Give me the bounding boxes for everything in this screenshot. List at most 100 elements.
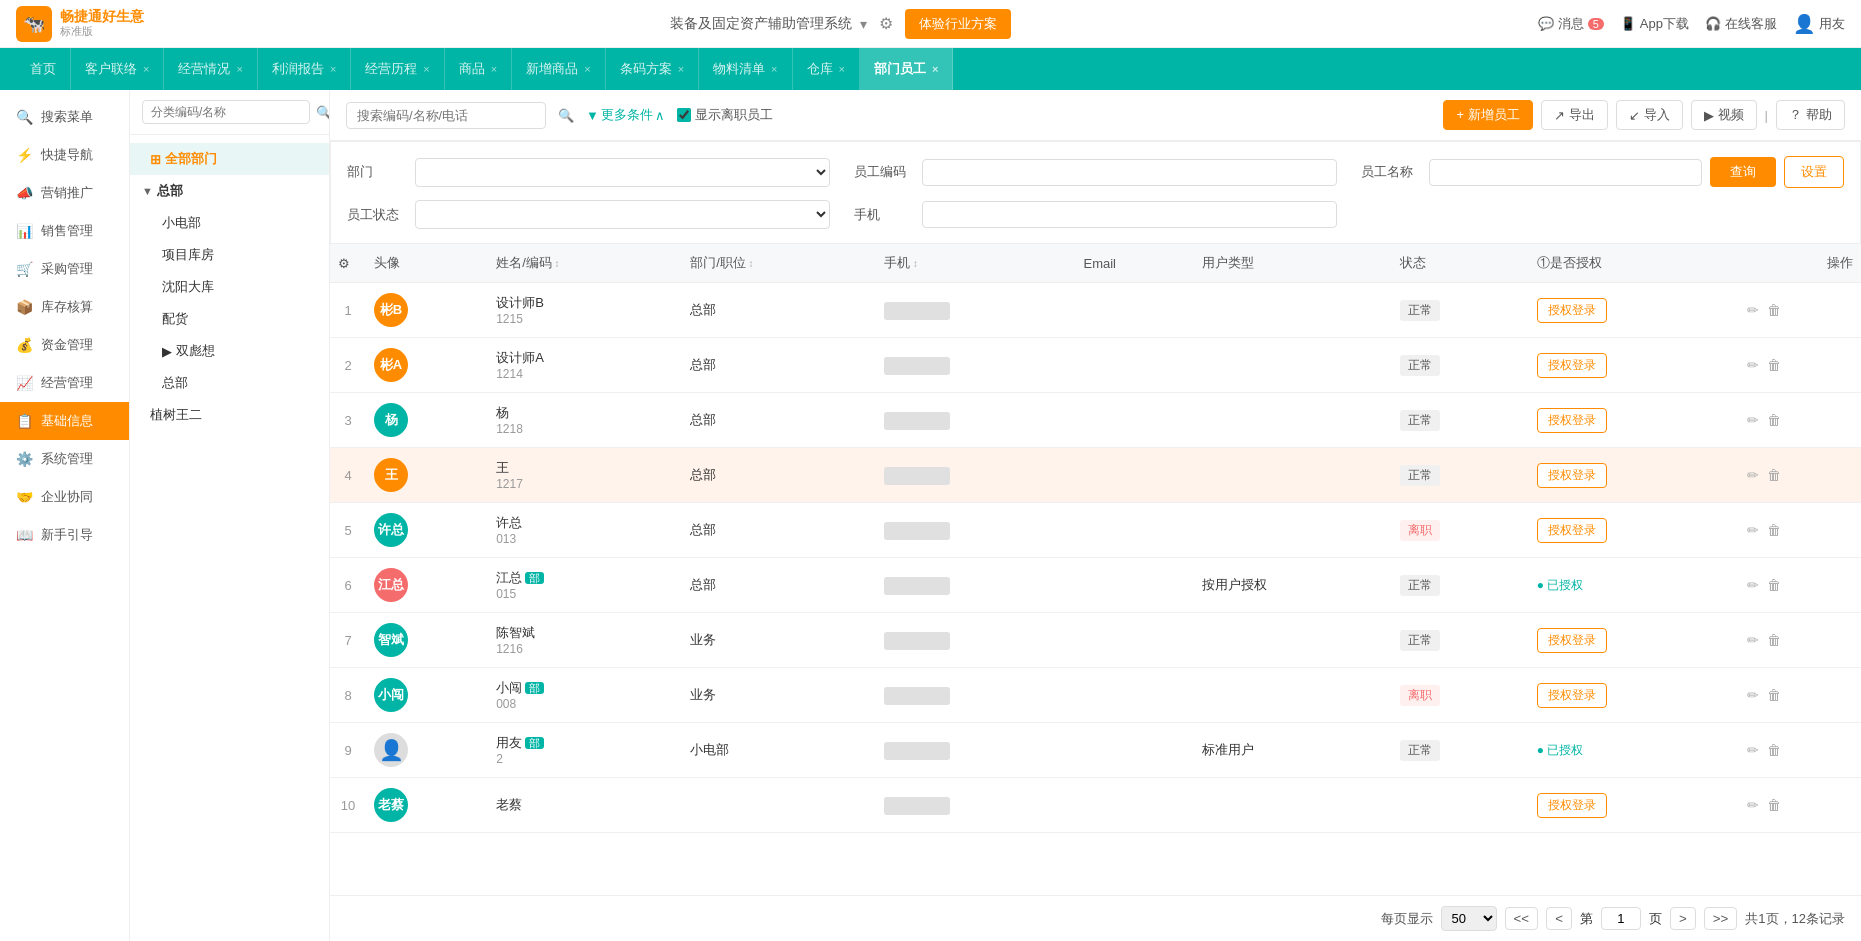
close-tab-customer[interactable]: × <box>143 63 149 75</box>
phone-input[interactable] <box>922 201 1337 228</box>
delete-icon[interactable]: 🗑 <box>1767 577 1781 593</box>
sidebar-item-system[interactable]: ⚙️ 系统管理 <box>0 440 129 478</box>
message-button[interactable]: 💬 消息 5 <box>1538 15 1604 33</box>
edit-icon[interactable]: ✏ <box>1747 467 1759 483</box>
close-tab-warehouse[interactable]: × <box>839 63 845 75</box>
dept-search-icon[interactable]: 🔍 <box>316 105 330 120</box>
dept-item-project[interactable]: 项目库房 <box>142 239 329 271</box>
search-emp-input[interactable] <box>346 102 546 129</box>
dept-search-input[interactable] <box>142 100 310 124</box>
close-tab-goods[interactable]: × <box>491 63 497 75</box>
auth-login-button[interactable]: 授权登录 <box>1537 628 1607 653</box>
export-button[interactable]: ↗ 导出 <box>1541 100 1608 130</box>
close-tab-business[interactable]: × <box>236 63 242 75</box>
sidebar-item-inventory[interactable]: 📦 库存核算 <box>0 288 129 326</box>
delete-icon[interactable]: 🗑 <box>1767 687 1781 703</box>
tab-warehouse[interactable]: 仓库 × <box>793 48 860 90</box>
tab-add-goods[interactable]: 新增商品 × <box>512 48 605 90</box>
edit-icon[interactable]: ✏ <box>1747 632 1759 648</box>
edit-icon[interactable]: ✏ <box>1747 687 1759 703</box>
dept-item-shenyang[interactable]: 沈阳大库 <box>142 271 329 303</box>
prev-page-button[interactable]: < <box>1546 907 1572 930</box>
sidebar-item-guide[interactable]: 📖 新手引导 <box>0 516 129 554</box>
edit-icon[interactable]: ✏ <box>1747 522 1759 538</box>
more-filter-button[interactable]: ▼ 更多条件 ∧ <box>586 106 665 124</box>
edit-icon[interactable]: ✏ <box>1747 357 1759 373</box>
show-resigned-checkbox[interactable] <box>677 108 691 122</box>
sidebar-item-sales[interactable]: 📊 销售管理 <box>0 212 129 250</box>
page-size-select[interactable]: 50 20 100 <box>1441 906 1497 931</box>
col-phone[interactable]: 手机 <box>876 244 1075 283</box>
sidebar-item-marketing[interactable]: 📣 营销推广 <box>0 174 129 212</box>
tab-bom[interactable]: 物料清单 × <box>699 48 792 90</box>
close-tab-employees[interactable]: × <box>932 63 938 75</box>
close-tab-profit[interactable]: × <box>330 63 336 75</box>
delete-icon[interactable]: 🗑 <box>1767 797 1781 813</box>
sidebar-item-finance[interactable]: 💰 资金管理 <box>0 326 129 364</box>
close-tab-add-goods[interactable]: × <box>584 63 590 75</box>
sidebar-item-collab[interactable]: 🤝 企业协同 <box>0 478 129 516</box>
edit-icon[interactable]: ✏ <box>1747 577 1759 593</box>
next-page-button[interactable]: > <box>1670 907 1696 930</box>
dropdown-arrow-icon[interactable]: ▾ <box>860 16 867 32</box>
delete-icon[interactable]: 🗑 <box>1767 522 1781 538</box>
tab-profit[interactable]: 利润报告 × <box>258 48 351 90</box>
dept-group-zongbu[interactable]: ▼ 总部 <box>130 175 329 207</box>
tab-business[interactable]: 经营情况 × <box>164 48 257 90</box>
dept-item-xiaodian[interactable]: 小电部 <box>142 207 329 239</box>
user-button[interactable]: 👤 用友 <box>1793 13 1845 35</box>
settings-gear-icon[interactable]: ⚙ <box>879 14 893 33</box>
edit-icon[interactable]: ✏ <box>1747 412 1759 428</box>
col-name[interactable]: 姓名/编码 <box>488 244 682 283</box>
emp-status-select[interactable] <box>415 200 830 229</box>
delete-icon[interactable]: 🗑 <box>1767 357 1781 373</box>
edit-icon[interactable]: ✏ <box>1747 302 1759 318</box>
auth-login-button[interactable]: 授权登录 <box>1537 518 1607 543</box>
last-page-button[interactable]: >> <box>1704 907 1738 930</box>
auth-login-button[interactable]: 授权登录 <box>1537 463 1607 488</box>
query-button[interactable]: 查询 <box>1710 157 1776 187</box>
dept-filter-select[interactable] <box>415 158 830 187</box>
emp-name-input[interactable] <box>1429 159 1702 186</box>
tab-home[interactable]: 首页 <box>16 48 71 90</box>
dept-all[interactable]: ⊞ 全部部门 <box>130 143 329 175</box>
sidebar-item-search[interactable]: 🔍 搜索菜单 <box>0 98 129 136</box>
import-button[interactable]: ↙ 导入 <box>1616 100 1683 130</box>
trial-button[interactable]: 体验行业方案 <box>905 9 1011 39</box>
col-dept[interactable]: 部门/职位 <box>682 244 876 283</box>
first-page-button[interactable]: << <box>1505 907 1539 930</box>
delete-icon[interactable]: 🗑 <box>1767 302 1781 318</box>
tab-employees[interactable]: 部门员工 × <box>860 48 953 90</box>
dept-item-expand[interactable]: ▶ 双彪想 <box>142 335 329 367</box>
auth-login-button[interactable]: 授权登录 <box>1537 298 1607 323</box>
sidebar-item-mgmt[interactable]: 📈 经营管理 <box>0 364 129 402</box>
reset-button[interactable]: 设置 <box>1784 156 1844 188</box>
sidebar-item-basic[interactable]: 📋 基础信息 <box>0 402 129 440</box>
tab-customer[interactable]: 客户联络 × <box>71 48 164 90</box>
close-tab-journey[interactable]: × <box>423 63 429 75</box>
edit-icon[interactable]: ✏ <box>1747 742 1759 758</box>
sidebar-item-quicknav[interactable]: ⚡ 快捷导航 <box>0 136 129 174</box>
search-emp-button[interactable]: 🔍 <box>558 108 574 123</box>
tab-barcode[interactable]: 条码方案 × <box>606 48 699 90</box>
dept-item-zhishu[interactable]: 植树王二 <box>130 399 329 431</box>
dept-item-zongbu-sub[interactable]: 总部 <box>142 367 329 399</box>
app-download-button[interactable]: 📱 App下载 <box>1620 15 1689 33</box>
sidebar-item-purchase[interactable]: 🛒 采购管理 <box>0 250 129 288</box>
page-number-input[interactable] <box>1601 907 1641 930</box>
emp-code-input[interactable] <box>922 159 1337 186</box>
col-settings[interactable]: ⚙ <box>330 244 366 283</box>
dept-item-peihuo[interactable]: 配货 <box>142 303 329 335</box>
close-tab-bom[interactable]: × <box>771 63 777 75</box>
show-resigned-toggle[interactable]: 显示离职员工 <box>677 106 773 124</box>
online-service-button[interactable]: 🎧 在线客服 <box>1705 15 1777 33</box>
delete-icon[interactable]: 🗑 <box>1767 632 1781 648</box>
close-tab-barcode[interactable]: × <box>678 63 684 75</box>
auth-login-button[interactable]: 授权登录 <box>1537 793 1607 818</box>
delete-icon[interactable]: 🗑 <box>1767 467 1781 483</box>
tab-goods[interactable]: 商品 × <box>445 48 512 90</box>
edit-icon[interactable]: ✏ <box>1747 797 1759 813</box>
tab-journey[interactable]: 经营历程 × <box>351 48 444 90</box>
help-button[interactable]: ？ 帮助 <box>1776 100 1845 130</box>
auth-login-button[interactable]: 授权登录 <box>1537 408 1607 433</box>
